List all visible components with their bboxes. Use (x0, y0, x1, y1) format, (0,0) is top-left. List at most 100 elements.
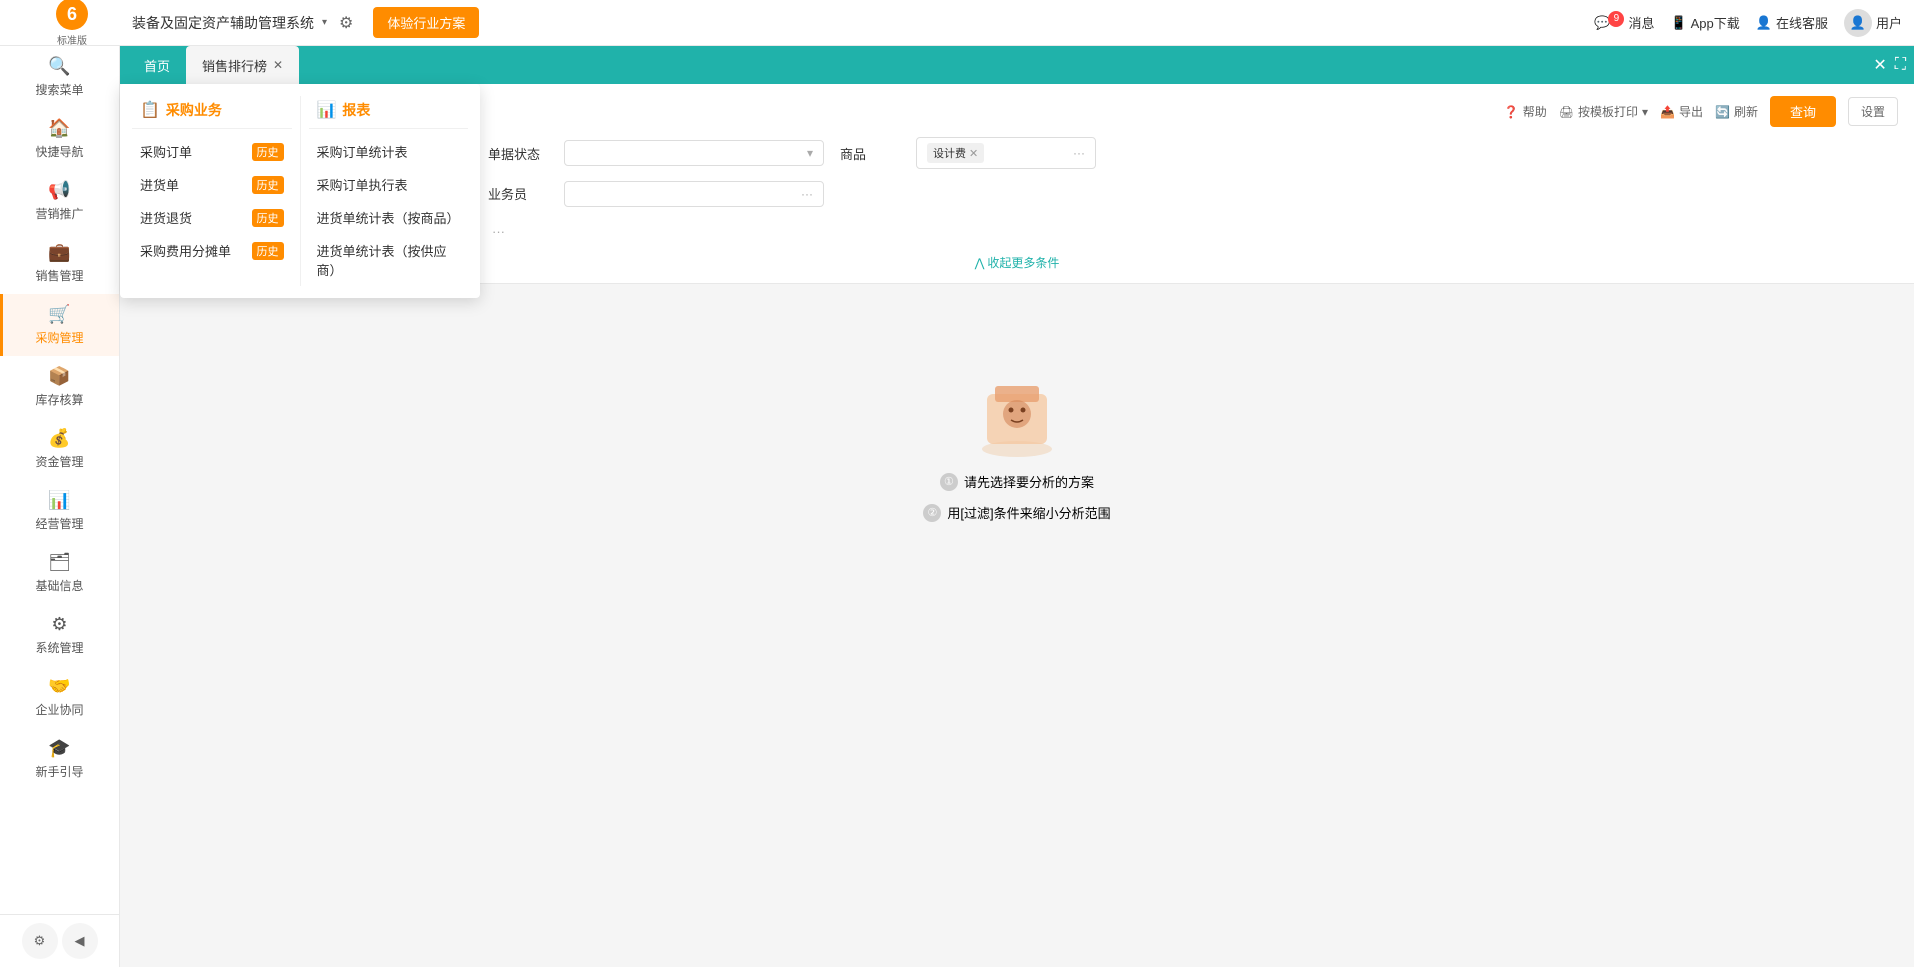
product-more-icon[interactable]: ··· (1073, 146, 1085, 160)
product-tag: 设计费 ✕ (927, 143, 984, 163)
status-input[interactable]: ▾ (564, 140, 824, 166)
dropdown-item-receipt-stats-supplier[interactable]: 进货单统计表（按供应商） (309, 234, 469, 286)
sidebar-collapse-btn[interactable]: ◀ (62, 923, 98, 959)
sidebar-settings-btn[interactable]: ⚙ (22, 923, 58, 959)
sidebar-item-operation[interactable]: 📊 经营管理 (0, 480, 119, 542)
dropdown-item-goods-receipt[interactable]: 进货单 历史 (132, 168, 292, 201)
export-btn[interactable]: 📤 导出 (1660, 103, 1703, 120)
dropdown-item-order-exec[interactable]: 采购订单执行表 (309, 168, 469, 201)
message-badge: 9 (1608, 11, 1624, 27)
industry-button[interactable]: 体验行业方案 (373, 7, 479, 38)
collapse-btn[interactable]: ⋀ 收起更多条件 (975, 254, 1060, 271)
refresh-btn[interactable]: 🔄 刷新 (1715, 103, 1758, 120)
enterprise-icon: 🤝 (48, 676, 70, 697)
dropdown-item-purchase-order[interactable]: 采购订单 历史 (132, 135, 292, 168)
app-download-item[interactable]: 📱 App下载 (1670, 13, 1739, 32)
status-dropdown-arrow: ▾ (807, 146, 813, 160)
capital-icon: 💰 (48, 428, 70, 449)
status-label: 单据状态 (488, 144, 548, 163)
operation-icon: 📊 (48, 490, 70, 511)
sidebar-label-system: 系统管理 (35, 639, 83, 656)
message-item[interactable]: 💬 9 消息 (1594, 13, 1654, 32)
dropdown-item-receipt-stats-product[interactable]: 进货单统计表（按商品） (309, 201, 469, 234)
dropdown-item-order-stats[interactable]: 采购订单统计表 (309, 135, 469, 168)
toolbar-actions: ❓ 帮助 🖨 按模板打印 ▾ 📤 导出 🔄 刷新 (1504, 96, 1898, 127)
collapse-up-icon: ⋀ (975, 256, 985, 270)
sidebar-bottom: ⚙ ◀ (0, 914, 119, 967)
salesman-more-icon[interactable]: ··· (801, 187, 813, 201)
tab-home[interactable]: 首页 (128, 46, 186, 84)
sidebar-item-beginner[interactable]: 🎓 新手引导 (0, 728, 119, 790)
purchase-dropdown-menu: 📋 采购业务 采购订单 历史 进货单 历史 进货退货 历史 采购费用分摊单 历史 (120, 84, 480, 298)
sidebar-item-purchase[interactable]: 🛒 采购管理 (0, 294, 119, 356)
tab-action-maximize[interactable]: ⛶ (1895, 56, 1906, 74)
sidebar-label-operation: 经营管理 (35, 515, 83, 532)
product-tag-close[interactable]: ✕ (969, 147, 978, 160)
dropdown-item-purchase-expense[interactable]: 采购费用分摊单 历史 (132, 234, 292, 267)
report-icon: 📊 (317, 100, 337, 120)
print-icon: 🖨 (1559, 105, 1574, 119)
system-dropdown-arrow[interactable]: ▾ (322, 17, 327, 28)
print-btn[interactable]: 🖨 按模板打印 ▾ (1559, 103, 1648, 120)
sidebar: 🔍 搜索菜单 🏠 快捷导航 📢 营销推广 💼 销售管理 🛒 采购管理 📦 库存核… (0, 46, 120, 967)
sidebar-item-basic[interactable]: 🗂 基础信息 (0, 542, 119, 604)
hint-1: 请先选择要分析的方案 (964, 472, 1094, 491)
hint-2: 用[过滤]条件来缩小分析范围 (947, 503, 1110, 522)
dropdown-columns: 📋 采购业务 采购订单 历史 进货单 历史 进货退货 历史 采购费用分摊单 历史 (132, 96, 468, 286)
step-2: ② (923, 504, 941, 522)
app-download-label: App下载 (1691, 13, 1740, 32)
sidebar-item-sales[interactable]: 💼 销售管理 (0, 232, 119, 294)
header-right: 💬 9 消息 📱 App下载 👤 在线客服 👤 用户 (1594, 9, 1902, 37)
sidebar-item-enterprise[interactable]: 🤝 企业协同 (0, 666, 119, 728)
sidebar-label-quick-nav: 快捷导航 (35, 143, 83, 160)
search-button[interactable]: 查询 (1770, 96, 1836, 127)
home-icon: 🏠 (48, 118, 70, 139)
tab-bar-actions: ✕ ⛶ (1873, 55, 1906, 75)
help-icon: ❓ (1504, 105, 1519, 119)
dropdown-item-goods-return[interactable]: 进货退货 历史 (132, 201, 292, 234)
salesman-input[interactable]: ··· (564, 181, 824, 207)
sidebar-item-quick-nav[interactable]: 🏠 快捷导航 (0, 108, 119, 170)
settings-icon[interactable]: ⚙ (339, 13, 353, 33)
dropdown-col-business: 📋 采购业务 采购订单 历史 进货单 历史 进货退货 历史 采购费用分摊单 历史 (132, 96, 292, 286)
tab-close-icon[interactable]: ✕ (273, 58, 283, 72)
system-title: 装备及固定资产辅助管理系统 (132, 13, 314, 33)
help-btn[interactable]: ❓ 帮助 (1504, 103, 1547, 120)
sidebar-label-basic: 基础信息 (35, 577, 83, 594)
logo-char: 6 (67, 4, 77, 25)
empty-text-1: ① 请先选择要分析的方案 (940, 472, 1094, 491)
refresh-icon: 🔄 (1715, 105, 1730, 119)
sidebar-label-marketing: 营销推广 (35, 205, 83, 222)
sidebar-item-stock[interactable]: 📦 库存核算 (0, 356, 119, 418)
basic-icon: 🗂 (48, 552, 71, 573)
sidebar-label-enterprise: 企业协同 (35, 701, 83, 718)
sidebar-item-capital[interactable]: 💰 资金管理 (0, 418, 119, 480)
user-avatar: 👤 (1844, 9, 1872, 37)
history-badge-2: 历史 (252, 176, 284, 194)
sidebar-label-purchase: 采购管理 (35, 329, 83, 346)
filter-settings-button[interactable]: 设置 (1848, 97, 1898, 126)
product-label: 商品 (840, 144, 900, 163)
sidebar-item-search[interactable]: 🔍 搜索菜单 (0, 46, 119, 108)
customer-more-dots[interactable]: ··· (492, 224, 505, 239)
tab-bar: 首页 销售排行榜 ✕ ✕ ⛶ (120, 46, 1914, 84)
tab-action-close[interactable]: ✕ (1873, 55, 1886, 75)
salesman-label: 业务员 (488, 184, 548, 203)
search-icon: 🔍 (48, 56, 70, 77)
dropdown-col-report-title: 📊 报表 (309, 96, 469, 129)
sidebar-item-marketing[interactable]: 📢 营销推广 (0, 170, 119, 232)
user-item[interactable]: 👤 用户 (1844, 9, 1902, 37)
sidebar-label-capital: 资金管理 (35, 453, 83, 470)
dropdown-divider (300, 96, 301, 286)
online-service-item[interactable]: 👤 在线客服 (1756, 13, 1828, 32)
dropdown-col-business-title: 📋 采购业务 (132, 96, 292, 129)
sidebar-item-system[interactable]: ⚙ 系统管理 (0, 604, 119, 666)
logo-subtext: 标准版 (57, 32, 87, 47)
top-header: 6 标准版 装备及固定资产辅助管理系统 ▾ ⚙ 体验行业方案 💬 9 消息 📱 … (0, 0, 1914, 46)
business-icon: 📋 (140, 100, 160, 120)
system-icon: ⚙ (51, 614, 67, 635)
product-input[interactable]: 设计费 ✕ ··· (916, 137, 1096, 169)
tab-sales-ranking[interactable]: 销售排行榜 ✕ (186, 46, 299, 84)
print-dropdown-arrow[interactable]: ▾ (1642, 105, 1648, 119)
sidebar-label-search: 搜索菜单 (35, 81, 83, 98)
